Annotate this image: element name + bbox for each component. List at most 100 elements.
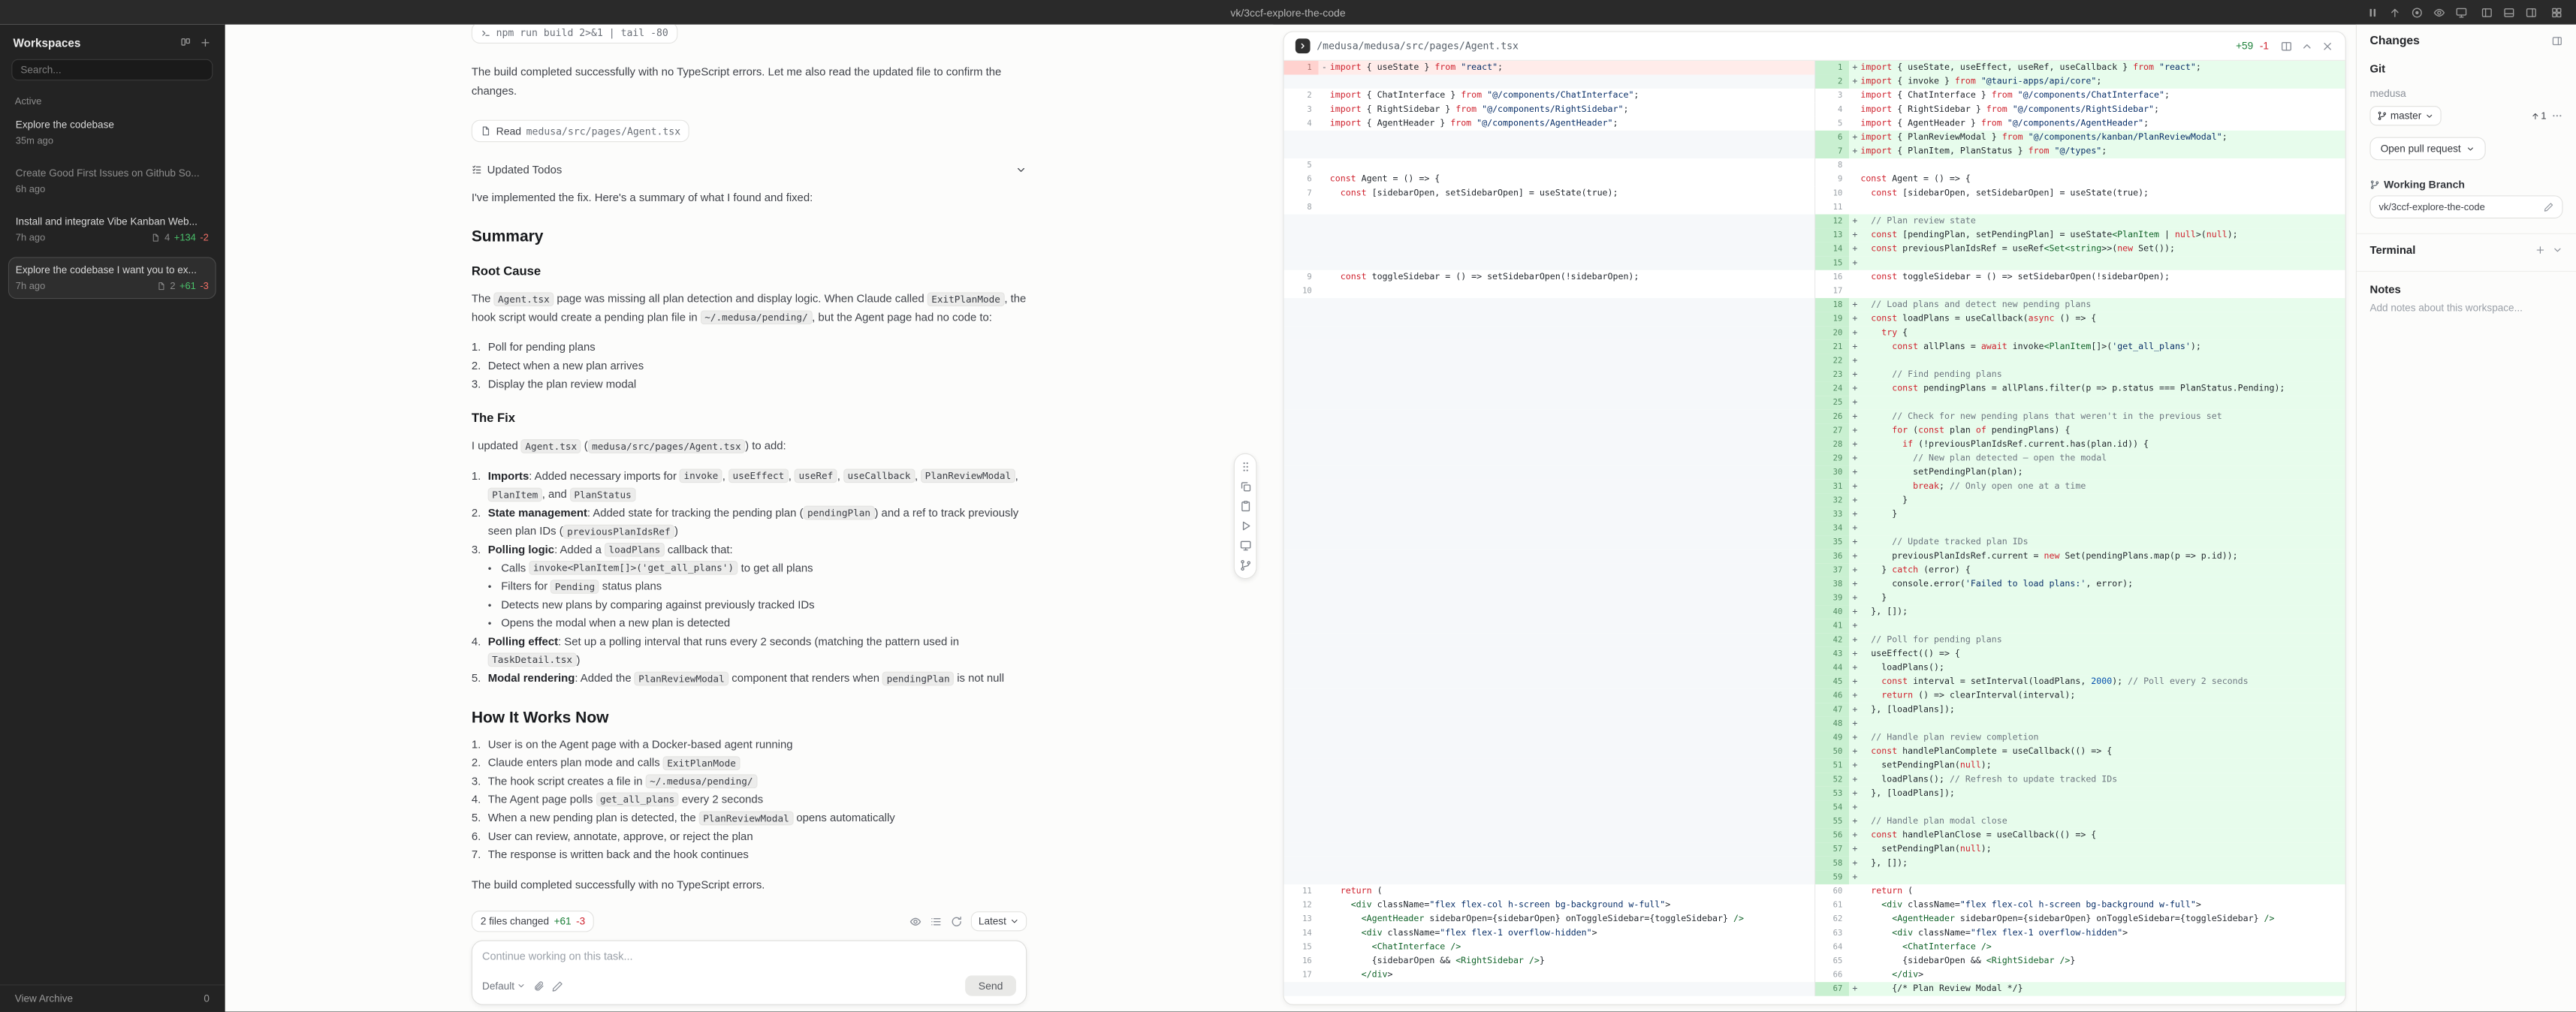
code-line: + loadPlans(); [1849, 661, 2345, 675]
gutter-line-number: 44 [1814, 661, 1849, 675]
gutter-line-number [1284, 550, 1319, 564]
panel-right-button[interactable] [2525, 6, 2537, 18]
pause-button[interactable] [2366, 6, 2378, 18]
diff-row: 3 import { RightSidebar } from "@/compon… [1284, 103, 2345, 117]
record-button[interactable] [2411, 6, 2423, 18]
x-button[interactable] [2321, 40, 2333, 52]
code-line [1318, 577, 1814, 592]
workspace-item[interactable]: Install and integrate Vibe Kanban Web...… [8, 209, 216, 251]
code-line [1318, 242, 1814, 257]
gutter-line-number [1284, 228, 1319, 242]
play-button[interactable] [1239, 520, 1251, 532]
list-button[interactable] [930, 915, 942, 927]
gutter-line-number: 50 [1814, 745, 1849, 759]
diff-row: 6 const Agent = () => {9 const Agent = (… [1284, 173, 2345, 187]
branch-button[interactable] [1239, 559, 1251, 571]
gutter-line-number: 4 [1814, 103, 1849, 117]
code-line: const toggleSidebar = () => setSidebarOp… [1318, 270, 1814, 285]
gutter-line-number [1284, 800, 1319, 815]
gutter-line-number: 38 [1814, 577, 1849, 592]
gutter-line-number: 47 [1814, 703, 1849, 717]
files-changed-pill[interactable]: 2 files changed +61 -3 [472, 911, 594, 932]
gutter-line-number: 13 [1284, 912, 1319, 926]
list-item: 3.The hook script creates a file in ~/.m… [472, 773, 1027, 791]
gutter-line-number: 24 [1814, 382, 1849, 396]
code-line [1318, 312, 1814, 327]
diff-body[interactable]: 1-import { useState } from "react";1+imp… [1284, 61, 2345, 1004]
gutter-line-number: 9 [1814, 173, 1849, 187]
workspace-item[interactable]: Explore the codebase I want you to ex...… [8, 257, 216, 299]
pencil-icon[interactable] [2544, 202, 2553, 212]
panel-bottom-button[interactable] [2503, 6, 2515, 18]
diff-row: 35+ // Update tracked plan IDs [1284, 535, 2345, 550]
eye-button[interactable] [909, 915, 922, 927]
notes-placeholder[interactable]: Add notes about this workspace... [2357, 299, 2576, 317]
archive-count: 0 [204, 992, 210, 1004]
eye-button[interactable] [2433, 6, 2445, 18]
latest-dropdown[interactable]: Latest [971, 911, 1027, 931]
diff-row: 42+ // Poll for pending plans [1284, 633, 2345, 647]
working-branch-field[interactable]: vk/3ccf-explore-the-code [2369, 195, 2562, 218]
files-changed-label: 2 files changed [481, 916, 549, 927]
chevron-up-button[interactable] [2301, 40, 2313, 52]
file-tab-icon[interactable] [1296, 38, 1311, 53]
chat-scroll-area[interactable]: npm run build 2>&1 | tail -80The build c… [225, 25, 1274, 906]
diff-row: 7+import { PlanItem, PlanStatus } from "… [1284, 145, 2345, 159]
workspace-item[interactable]: Explore the codebase35m ago [8, 112, 216, 154]
code-line: + setPendingPlan(plan); [1849, 465, 2345, 480]
clipboard-button[interactable] [1239, 500, 1251, 512]
plus-button[interactable] [2535, 245, 2545, 255]
panel-right-button[interactable] [2551, 35, 2562, 47]
gutter-line-number: 67 [1814, 982, 1849, 996]
view-archive-row[interactable]: View Archive 0 [0, 984, 225, 1011]
diff-row: 36+ previousPlanIdsRef.current = new Set… [1284, 550, 2345, 564]
file-icon [157, 282, 166, 291]
grip-button[interactable] [1239, 461, 1251, 473]
send-button[interactable]: Send [965, 975, 1016, 995]
split-button[interactable] [2280, 40, 2292, 52]
code-line: + setPendingPlan(null); [1849, 759, 2345, 773]
workspace-time: 35m ago [16, 134, 53, 146]
bash-command-chip[interactable]: npm run build 2>&1 | tail -80 [472, 25, 677, 44]
gutter-line-number: 63 [1814, 926, 1849, 941]
message-input[interactable] [482, 950, 1016, 962]
copy-button[interactable] [1239, 480, 1251, 492]
mode-dropdown[interactable]: Default [482, 980, 526, 991]
workspace-item[interactable]: Create Good First Issues on Github So...… [8, 160, 216, 202]
paperclip-button[interactable] [533, 980, 544, 991]
grid-button[interactable] [2550, 6, 2562, 18]
plus-button[interactable] [200, 37, 211, 48]
code-line [1318, 214, 1814, 228]
git-panel-header-actions [2551, 35, 2562, 47]
kanban-button[interactable] [180, 37, 192, 48]
gutter-line-number: 29 [1814, 452, 1849, 466]
branch-selector[interactable]: master [2369, 106, 2441, 125]
refresh-button[interactable] [951, 915, 963, 927]
chevron-down-button[interactable] [2552, 245, 2562, 255]
diff-row: 52+ loadPlans(); // Refresh to update tr… [1284, 773, 2345, 787]
pencil-button[interactable] [552, 980, 563, 991]
gutter-line-number: 43 [1814, 647, 1849, 661]
gutter-line-number [1284, 535, 1319, 550]
bullet: • [488, 596, 502, 615]
arrow-up-button[interactable] [2389, 6, 2401, 18]
gutter-line-number: 48 [1814, 717, 1849, 731]
read-file-chip[interactable]: Readmedusa/src/pages/Agent.tsx [472, 120, 689, 143]
code-line: +import { useState, useEffect, useRef, u… [1849, 61, 2345, 75]
panel-left-button[interactable] [2481, 6, 2493, 18]
workspace-time: 7h ago [16, 280, 45, 291]
inline-code: Agent.tsx [521, 439, 581, 453]
updated-todos-toggle[interactable]: Updated Todos [472, 164, 1027, 176]
monitor-button[interactable] [1239, 540, 1251, 552]
code-line: + [1849, 800, 2345, 815]
repo-name: medusa [2357, 78, 2576, 103]
search-input[interactable] [11, 59, 213, 80]
monitor-button[interactable] [2455, 6, 2467, 18]
code-line: + [1849, 522, 2345, 536]
list-item: 6.User can review, annotate, approve, or… [472, 827, 1027, 846]
gutter-line-number [1284, 745, 1319, 759]
branch-icon [2377, 111, 2387, 121]
open-pr-button[interactable]: Open pull request [2369, 137, 2485, 161]
branch-menu-button[interactable] [2551, 110, 2562, 122]
view-archive-label[interactable]: View Archive [15, 992, 73, 1004]
